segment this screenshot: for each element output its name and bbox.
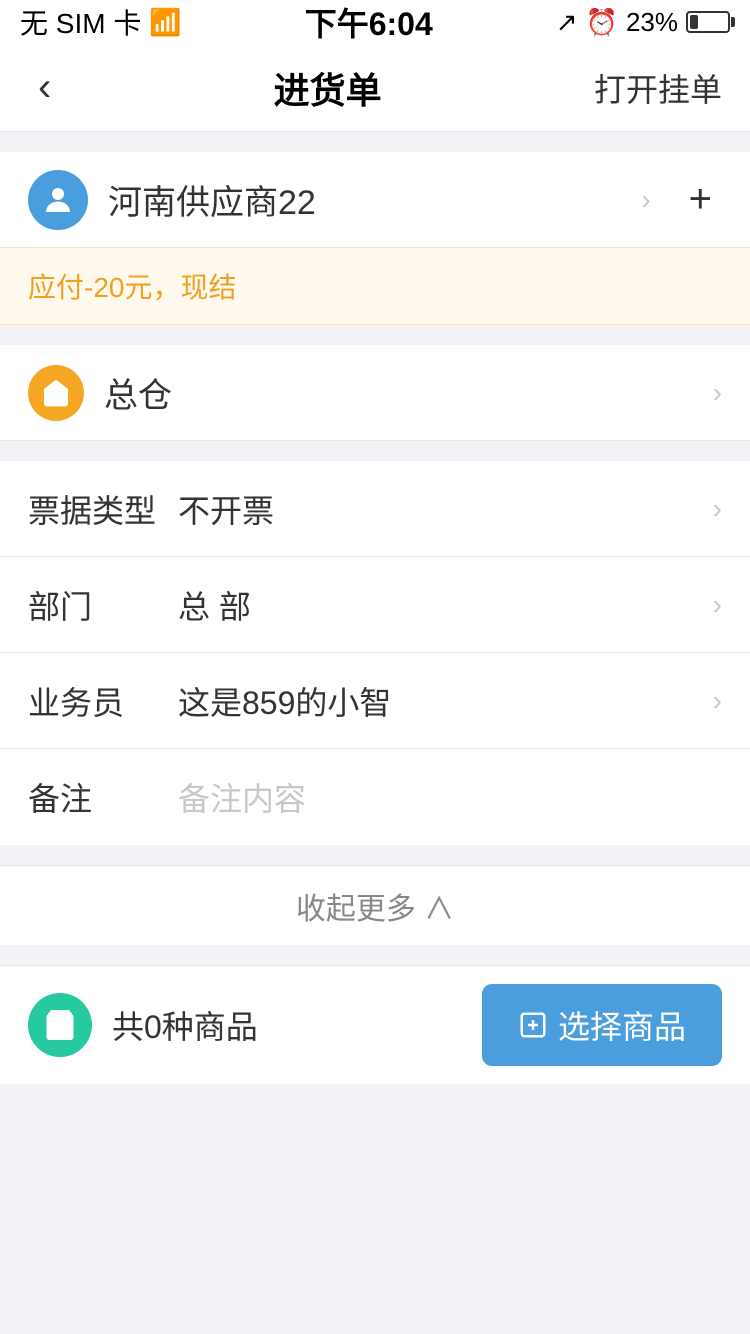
- status-time: 下午6:04: [305, 0, 433, 45]
- nav-bar: ‹ 进货单 打开挂单: [0, 44, 750, 132]
- select-product-button[interactable]: 选择商品: [482, 984, 722, 1066]
- battery-fill: [690, 15, 698, 29]
- warehouse-chevron: ›: [713, 377, 722, 409]
- supplier-name: 河南供应商22: [108, 175, 641, 224]
- open-pending-button[interactable]: 打开挂单: [594, 65, 722, 111]
- location-icon: ↗: [556, 7, 578, 38]
- form-section: 票据类型 不开票 › 部门 总 部 › 业务员 这是859的小智 › 备注 备注…: [0, 461, 750, 845]
- salesperson-chevron: ›: [713, 685, 722, 717]
- supplier-section[interactable]: 河南供应商22 › +: [0, 152, 750, 248]
- collapse-button[interactable]: 收起更多 ∧: [0, 865, 750, 945]
- invoice-type-value: 不开票: [178, 486, 703, 532]
- product-icon: [28, 993, 92, 1057]
- invoice-type-label: 票据类型: [28, 486, 178, 532]
- add-supplier-button[interactable]: +: [679, 167, 722, 232]
- page-title: 进货单: [274, 62, 382, 114]
- warehouse-section[interactable]: 总仓 ›: [0, 345, 750, 441]
- carrier-label: 无 SIM 卡: [20, 2, 141, 42]
- remark-label: 备注: [28, 774, 178, 820]
- notice-banner: 应付-20元，现结: [0, 248, 750, 325]
- warehouse-name: 总仓: [104, 368, 713, 417]
- battery-label: 23%: [626, 7, 678, 38]
- section-gap-1: [0, 132, 750, 152]
- cart-icon: [42, 1007, 78, 1043]
- status-left: 无 SIM 卡 📶: [20, 2, 182, 42]
- invoice-type-chevron: ›: [713, 493, 722, 525]
- status-bar: 无 SIM 卡 📶 下午6:04 ↗ ⏰ 23%: [0, 0, 750, 44]
- alarm-icon: ⏰: [586, 7, 618, 38]
- department-chevron: ›: [713, 589, 722, 621]
- back-button[interactable]: ‹: [28, 55, 61, 120]
- remark-row[interactable]: 备注 备注内容: [0, 749, 750, 845]
- supplier-avatar: [28, 170, 88, 230]
- salesperson-value: 这是859的小智: [178, 678, 703, 724]
- product-bar: 共0种商品 选择商品: [0, 965, 750, 1084]
- invoice-type-row[interactable]: 票据类型 不开票 ›: [0, 461, 750, 557]
- product-count-label: 共0种商品: [112, 1002, 482, 1048]
- remark-placeholder: 备注内容: [178, 774, 722, 820]
- notice-text: 应付-20元，现结: [28, 272, 236, 303]
- warehouse-icon: [28, 365, 84, 421]
- battery-icon: [686, 11, 730, 33]
- salesperson-label: 业务员: [28, 678, 178, 724]
- salesperson-row[interactable]: 业务员 这是859的小智 ›: [0, 653, 750, 749]
- status-right: ↗ ⏰ 23%: [556, 7, 730, 38]
- select-product-label: 选择商品: [558, 1002, 686, 1048]
- select-product-icon: [518, 1010, 548, 1040]
- wifi-icon: 📶: [149, 7, 181, 38]
- supplier-chevron: ›: [641, 184, 650, 216]
- department-value: 总 部: [178, 582, 703, 628]
- department-row[interactable]: 部门 总 部 ›: [0, 557, 750, 653]
- collapse-label: 收起更多 ∧: [296, 884, 454, 928]
- warehouse-svg: [40, 377, 72, 409]
- person-icon: [40, 182, 76, 218]
- department-label: 部门: [28, 582, 178, 628]
